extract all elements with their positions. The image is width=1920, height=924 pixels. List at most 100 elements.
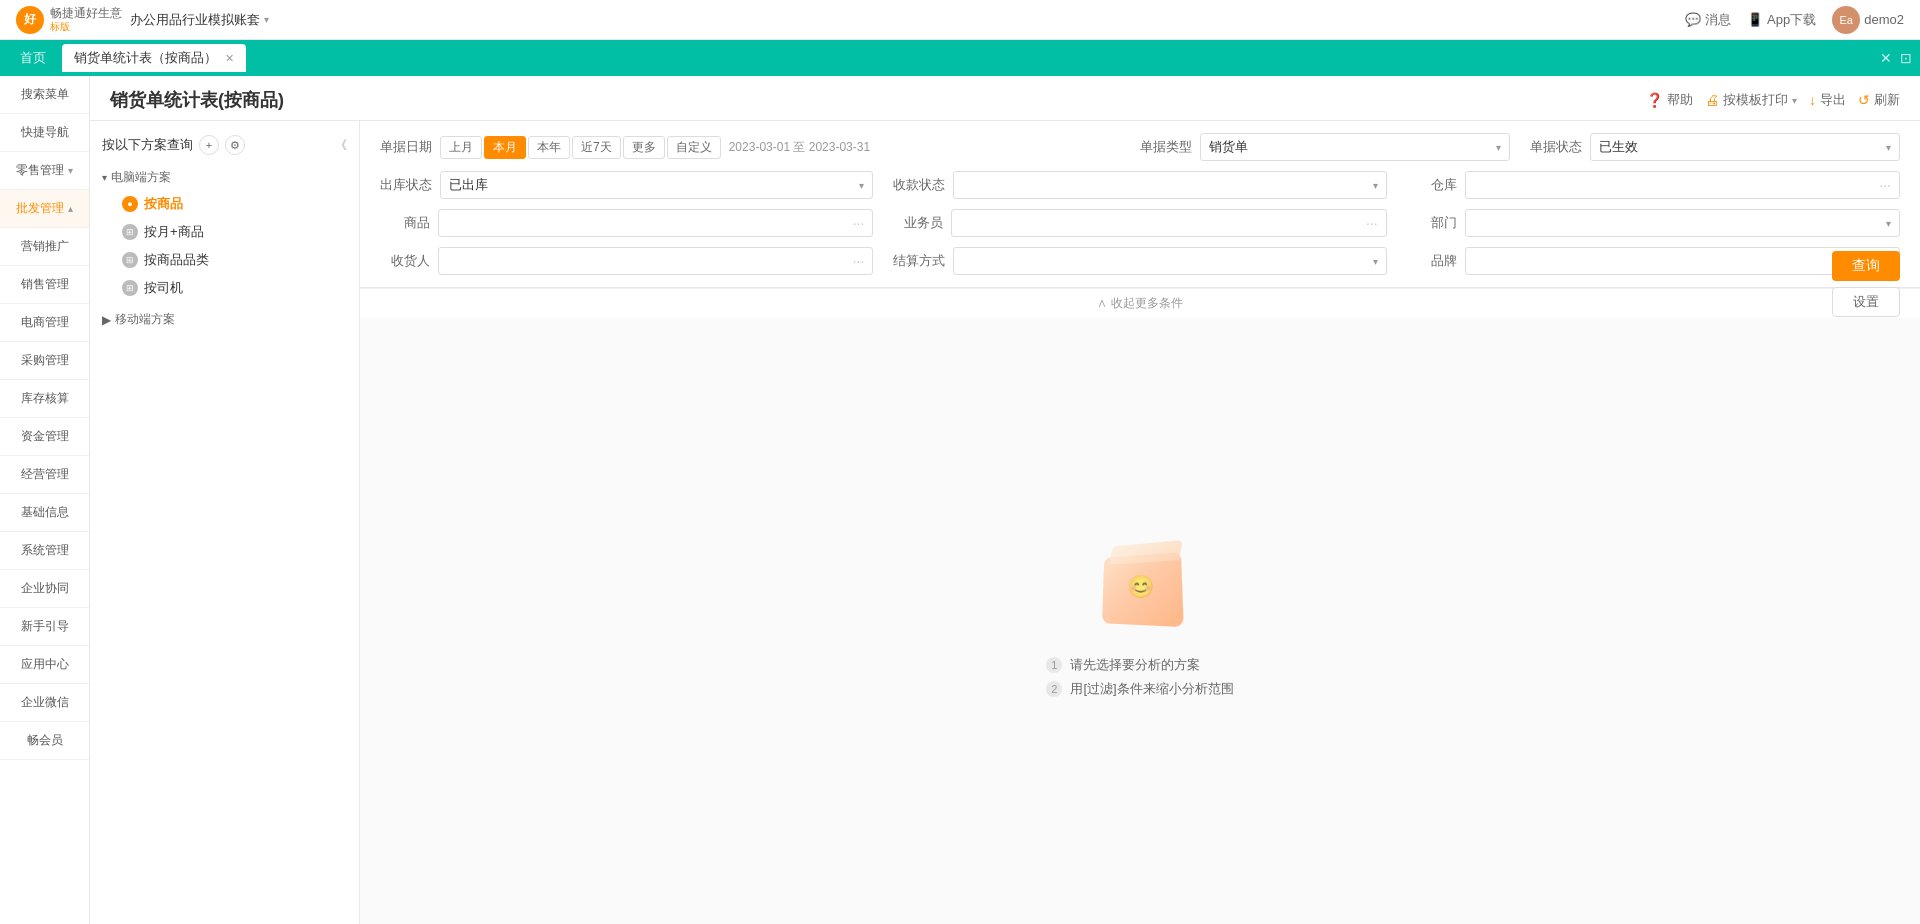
stock-status-value: 已出库: [449, 176, 488, 194]
warehouse-select[interactable]: ···: [1465, 171, 1900, 199]
receiver-control: ···: [438, 247, 873, 275]
by-printer-icon: ⊞: [122, 280, 138, 296]
sidebar-item-retail[interactable]: 零售管理 ▾: [0, 152, 89, 190]
goods-dots-icon[interactable]: ···: [853, 215, 865, 231]
collapse-sidebar-button[interactable]: 《: [335, 137, 347, 154]
tab-close-icon[interactable]: ✕: [225, 52, 234, 65]
department-select[interactable]: ▾: [1465, 209, 1900, 237]
collapse-conditions-button[interactable]: ∧ 收起更多条件: [360, 288, 1920, 318]
sidebar-item-enterprise[interactable]: 企业协同: [0, 570, 89, 608]
scheme-item-by-goods[interactable]: ● 按商品: [90, 190, 359, 218]
export-button[interactable]: ↓ 导出: [1809, 91, 1846, 109]
add-scheme-button[interactable]: +: [199, 135, 219, 155]
message-button[interactable]: 💬 消息: [1685, 11, 1731, 29]
sidebar-item-wholesale[interactable]: 批发管理 ▴: [0, 190, 89, 228]
help-button[interactable]: ❓ 帮助: [1646, 91, 1693, 109]
sidebar-item-sales[interactable]: 销售管理: [0, 266, 89, 304]
query-button[interactable]: 查询: [1832, 251, 1900, 281]
date-btn-last-7-days[interactable]: 近7天: [572, 136, 621, 159]
date-btn-this-year[interactable]: 本年: [528, 136, 570, 159]
settlement-control: ▾: [953, 247, 1386, 275]
stock-status-select[interactable]: 已出库 ▾: [440, 171, 873, 199]
app-icon: 📱: [1747, 12, 1763, 27]
pay-status-select[interactable]: ▾: [953, 171, 1386, 199]
warehouse-control: ···: [1465, 171, 1900, 199]
brand-label: 品牌: [1407, 252, 1457, 270]
settlement-select[interactable]: ▾: [953, 247, 1386, 275]
empty-icon: [1090, 544, 1190, 644]
empty-cube-graphic: [1102, 552, 1184, 627]
by-goods-icon: ●: [122, 196, 138, 212]
sidebar-item-purchase[interactable]: 采购管理: [0, 342, 89, 380]
sidebar-item-inventory[interactable]: 库存核算: [0, 380, 89, 418]
print-button[interactable]: 🖨 按模板打印 ▾: [1705, 91, 1797, 109]
settings-scheme-button[interactable]: ⚙: [225, 135, 245, 155]
sidebar-item-newbie[interactable]: 新手引导: [0, 608, 89, 646]
filter-row-4: 收货人 ··· 结算方式: [380, 247, 1900, 275]
content-panel: 销货单统计表(按商品) ❓ 帮助 🖨 按模板打印 ▾ ↓ 导出 ↺ 刷新: [90, 76, 1920, 924]
salesman-dots-icon[interactable]: ···: [1366, 215, 1378, 231]
receiver-dots-icon[interactable]: ···: [853, 253, 865, 269]
filter-sidebar: 按以下方案查询 + ⚙ 《 ▾ 电脑端方案 ● 按商品 ⊞: [90, 121, 360, 924]
sidebar-item-marketing[interactable]: 营销推广: [0, 228, 89, 266]
receiver-select[interactable]: ···: [438, 247, 873, 275]
sidebar-item-appcenter[interactable]: 应用中心: [0, 646, 89, 684]
doc-type-select[interactable]: 销货单 ▾: [1200, 133, 1510, 161]
date-btn-last-month[interactable]: 上月: [440, 136, 482, 159]
stock-status-control: 已出库 ▾: [440, 171, 873, 199]
sidebar-item-quick-nav[interactable]: 快捷导航: [0, 114, 89, 152]
right-content: 单据日期 上月 本月 本年 近7天 更多 自定义 20: [360, 121, 1920, 924]
settlement-arrow-icon: ▾: [1373, 256, 1378, 267]
empty-state: 1 请先选择要分析的方案 2 用[过滤]条件来缩小分析范围: [1046, 544, 1233, 698]
tab-report[interactable]: 销货单统计表（按商品） ✕: [62, 44, 246, 72]
sidebar-item-member[interactable]: 畅会员: [0, 722, 89, 760]
doc-type-value: 销货单: [1209, 138, 1248, 156]
help-icon: ❓: [1646, 92, 1663, 108]
warehouse-dots-icon[interactable]: ···: [1879, 177, 1891, 193]
sidebar-item-finance[interactable]: 资金管理: [0, 418, 89, 456]
sidebar-item-basic[interactable]: 基础信息: [0, 494, 89, 532]
stock-status-label: 出库状态: [380, 176, 432, 194]
wholesale-arrow-icon: ▴: [68, 203, 73, 214]
doc-status-value: 已生效: [1599, 138, 1638, 156]
date-btn-custom[interactable]: 自定义: [667, 136, 721, 159]
sidebar-item-operation[interactable]: 经营管理: [0, 456, 89, 494]
doc-type-control: 销货单 ▾: [1200, 133, 1510, 161]
pc-scheme-group: ▾ 电脑端方案 ● 按商品 ⊞ 按月+商品 ⊞ 按商品品类: [90, 161, 359, 306]
top-navbar: 好 畅捷通好生意 标版 办公用品行业模拟账套 ▾ 💬 消息 📱 App下载 Ea…: [0, 0, 1920, 40]
app-download-button[interactable]: 📱 App下载: [1747, 11, 1816, 29]
tab-home[interactable]: 首页: [8, 44, 58, 72]
scheme-item-by-printer[interactable]: ⊞ 按司机: [90, 274, 359, 302]
tab-bar-right: ✕ ⊡: [1880, 50, 1912, 66]
date-btn-more[interactable]: 更多: [623, 136, 665, 159]
empty-hint-2: 2 用[过滤]条件来缩小分析范围: [1046, 680, 1233, 698]
doc-type-label: 单据类型: [1140, 138, 1192, 156]
scheme-item-by-month-goods[interactable]: ⊞ 按月+商品: [90, 218, 359, 246]
mobile-scheme-header[interactable]: ▶ 移动端方案: [90, 306, 359, 333]
message-icon: 💬: [1685, 12, 1701, 27]
user-area[interactable]: Ea demo2: [1832, 6, 1904, 34]
pay-status-arrow-icon: ▾: [1373, 180, 1378, 191]
settings-button[interactable]: 设置: [1832, 287, 1900, 317]
avatar: Ea: [1832, 6, 1860, 34]
pc-scheme-header[interactable]: ▾ 电脑端方案: [90, 165, 359, 190]
sidebar-item-ecommerce[interactable]: 电商管理: [0, 304, 89, 342]
sidebar-item-system[interactable]: 系统管理: [0, 532, 89, 570]
goods-select[interactable]: ···: [438, 209, 873, 237]
workspace-selector[interactable]: 办公用品行业模拟账套 ▾: [130, 11, 269, 29]
by-goods-category-icon: ⊞: [122, 252, 138, 268]
scheme-item-by-goods-category[interactable]: ⊞ 按商品品类: [90, 246, 359, 274]
date-btn-this-month[interactable]: 本月: [484, 136, 526, 159]
tab-bar: 首页 销货单统计表（按商品） ✕ ✕ ⊡: [0, 40, 1920, 76]
sidebar-item-search-menu[interactable]: 搜索菜单: [0, 76, 89, 114]
maximize-icon[interactable]: ⊡: [1900, 50, 1912, 66]
page-header: 销货单统计表(按商品) ❓ 帮助 🖨 按模板打印 ▾ ↓ 导出 ↺ 刷新: [90, 76, 1920, 121]
pc-arrow-icon: ▾: [102, 172, 107, 183]
logo-text: 畅捷通好生意 标版: [50, 6, 122, 32]
filter-row-1: 单据日期 上月 本月 本年 近7天 更多 自定义 20: [380, 133, 1900, 161]
doc-status-select[interactable]: 已生效 ▾: [1590, 133, 1900, 161]
refresh-button[interactable]: ↺ 刷新: [1858, 91, 1900, 109]
sidebar-item-wechat[interactable]: 企业微信: [0, 684, 89, 722]
close-window-icon[interactable]: ✕: [1880, 50, 1892, 66]
salesman-select[interactable]: ···: [951, 209, 1386, 237]
